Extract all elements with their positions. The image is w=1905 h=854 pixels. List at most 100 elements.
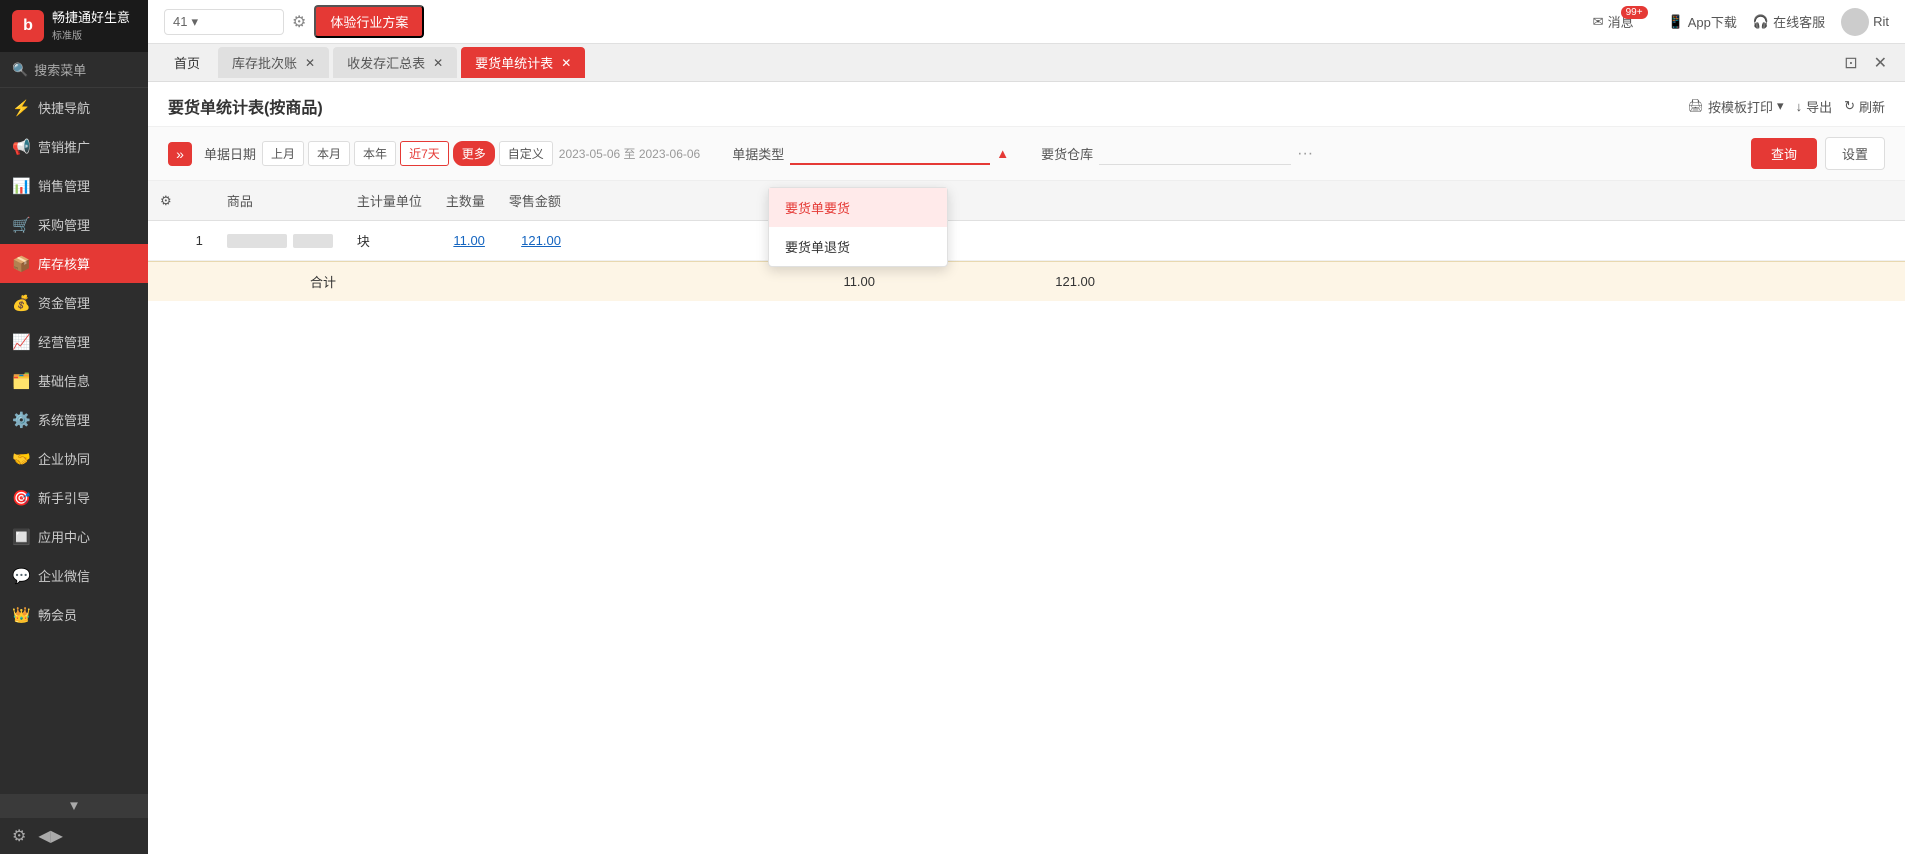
tab-batch-account-label: 库存批次账	[232, 53, 297, 72]
sidebar-item-collab[interactable]: 🤝 企业协同	[0, 439, 148, 478]
dropdown-item-order-goods[interactable]: 要货单要货	[769, 188, 947, 227]
dropdown-item-order-return[interactable]: 要货单退货	[769, 227, 947, 266]
query-button[interactable]: 查询	[1751, 138, 1817, 169]
sidebar-item-label: 采购管理	[38, 215, 90, 234]
filter-expand-button[interactable]: »	[168, 142, 192, 166]
inventory-icon: 📦	[12, 255, 30, 273]
filter-type-arrow-icon[interactable]: ▲	[996, 146, 1009, 161]
quick-nav-icon: ⚡	[12, 99, 30, 117]
refresh-label: 刷新	[1859, 97, 1885, 116]
sidebar-settings-icon[interactable]: ⚙	[12, 826, 26, 846]
sidebar-item-sales[interactable]: 📊 销售管理	[0, 166, 148, 205]
export-action[interactable]: ↓ 导出	[1796, 97, 1833, 116]
page-title: 要货单统计表(按商品)	[168, 94, 323, 118]
marketing-icon: 📢	[12, 138, 30, 156]
date-btn-custom[interactable]: 自定义	[499, 141, 553, 166]
filter-type-group: 单据类型 ▲	[732, 142, 1009, 165]
tab-delivery-summary[interactable]: 收发存汇总表 ✕	[333, 47, 457, 78]
tab-home-label: 首页	[174, 53, 200, 72]
sidebar-search-label: 搜索菜单	[34, 60, 86, 79]
footer-quantity: 11.00	[795, 274, 875, 289]
date-range-buttons: 上月 本月 本年 近7天 更多 自定义	[262, 141, 553, 166]
sidebar-item-wechat[interactable]: 💬 企业微信	[0, 556, 148, 595]
td-amount[interactable]: 121.00	[497, 221, 573, 261]
date-btn-this-month[interactable]: 本月	[308, 141, 350, 166]
gear-icon: ⚙	[160, 193, 172, 208]
th-product: 商品	[215, 181, 345, 221]
appstore-icon: 🔲	[12, 528, 30, 546]
filter-type-input[interactable]	[790, 142, 990, 165]
logo-icon: b	[12, 10, 44, 42]
sidebar-item-purchase[interactable]: 🛒 采购管理	[0, 205, 148, 244]
sidebar-item-inventory[interactable]: 📦 库存核算	[0, 244, 148, 283]
filter-actions: 查询 设置	[1751, 137, 1885, 170]
tab-batch-account-close[interactable]: ✕	[305, 56, 315, 70]
user-avatar-area[interactable]: Rit	[1841, 8, 1889, 36]
app-download[interactable]: 📱 App下载	[1668, 12, 1737, 31]
dropdown-item-order-return-label: 要货单退货	[785, 240, 850, 255]
sidebar-item-finance[interactable]: 💰 资金管理	[0, 283, 148, 322]
print-icon: 🖨	[1688, 98, 1705, 114]
sidebar-collapse-icon[interactable]: ◀▶	[38, 826, 63, 846]
sidebar-item-marketing[interactable]: 📢 营销推广	[0, 127, 148, 166]
finance-icon: 💰	[12, 294, 30, 312]
wechat-icon: 💬	[12, 567, 30, 585]
td-unit: 块	[345, 221, 434, 261]
tab-home[interactable]: 首页	[160, 47, 214, 78]
purchase-icon: 🛒	[12, 216, 30, 234]
table-container: ⚙ 商品 主计量单位 主数量 零售金额 1	[148, 181, 1905, 261]
sidebar-item-guide[interactable]: 🎯 新手引导	[0, 478, 148, 517]
service-icon: 🎧	[1753, 14, 1769, 30]
date-btn-more[interactable]: 更多	[453, 141, 495, 166]
date-btn-last7days[interactable]: 近7天	[400, 141, 449, 166]
tab-maximize-button[interactable]: ⊡	[1838, 51, 1863, 75]
date-btn-this-year[interactable]: 本年	[354, 141, 396, 166]
filter-warehouse-group: 要货仓库 ···	[1041, 143, 1313, 165]
filter-warehouse-input[interactable]	[1099, 143, 1291, 165]
message-icon: ✉	[1593, 14, 1604, 30]
sidebar-item-operation[interactable]: 📈 经营管理	[0, 322, 148, 361]
type-dropdown: 要货单要货 要货单退货	[768, 187, 948, 267]
sidebar-scroll-down[interactable]: ▼	[0, 794, 148, 817]
promo-button[interactable]: 体验行业方案	[314, 5, 424, 38]
tab-order-summary-label: 要货单统计表	[475, 53, 553, 72]
topbar-gear-icon[interactable]: ⚙	[292, 12, 306, 32]
footer-label: 合计	[310, 272, 336, 291]
store-selector[interactable]: 41 ▾	[164, 9, 284, 35]
table-row: 1 块 11.00 121.00	[148, 221, 1905, 261]
sidebar-item-appstore[interactable]: 🔲 应用中心	[0, 517, 148, 556]
date-range-text: 2023-05-06 至 2023-06-06	[559, 145, 700, 162]
tab-order-summary-close[interactable]: ✕	[561, 56, 571, 70]
filter-warehouse-more-icon[interactable]: ···	[1297, 145, 1313, 163]
th-gear[interactable]: ⚙	[148, 181, 184, 221]
selector-chevron-icon: ▾	[191, 14, 198, 30]
search-icon: 🔍	[12, 62, 28, 78]
refresh-action[interactable]: ↻ 刷新	[1844, 97, 1885, 116]
sidebar-item-base[interactable]: 🗂️ 基础信息	[0, 361, 148, 400]
tab-close-all-button[interactable]: ✕	[1868, 51, 1893, 75]
print-action[interactable]: 🖨 按模板打印 ▾	[1688, 97, 1784, 116]
sidebar-search[interactable]: 🔍 搜索菜单	[0, 52, 148, 88]
sidebar-item-member[interactable]: 👑 畅会员	[0, 595, 148, 634]
date-btn-last-month[interactable]: 上月	[262, 141, 304, 166]
tab-delivery-summary-close[interactable]: ✕	[433, 56, 443, 70]
tab-batch-account[interactable]: 库存批次账 ✕	[218, 47, 329, 78]
settings-button[interactable]: 设置	[1825, 137, 1885, 170]
product-code-placeholder	[293, 234, 333, 248]
tab-bar-right: ⊡ ✕	[1838, 51, 1893, 75]
td-quantity[interactable]: 11.00	[434, 221, 497, 261]
message-badge[interactable]: ✉ 消息 99+	[1593, 12, 1634, 31]
tab-order-summary[interactable]: 要货单统计表 ✕	[461, 47, 585, 78]
sidebar-item-label: 库存核算	[38, 254, 90, 273]
sidebar-item-label: 资金管理	[38, 293, 90, 312]
topbar-left: 41 ▾ ⚙ 体验行业方案	[164, 5, 1581, 38]
sidebar-item-system[interactable]: ⚙️ 系统管理	[0, 400, 148, 439]
sales-icon: 📊	[12, 177, 30, 195]
sidebar-item-quick-nav[interactable]: ⚡ 快捷导航	[0, 88, 148, 127]
online-service[interactable]: 🎧 在线客服	[1753, 12, 1825, 31]
brand-name: 畅捷通好生意	[52, 10, 130, 27]
sidebar-item-label: 新手引导	[38, 488, 90, 507]
table-body: 1 块 11.00 121.00	[148, 221, 1905, 261]
td-index: 1	[184, 221, 215, 261]
refresh-icon: ↻	[1844, 98, 1855, 114]
